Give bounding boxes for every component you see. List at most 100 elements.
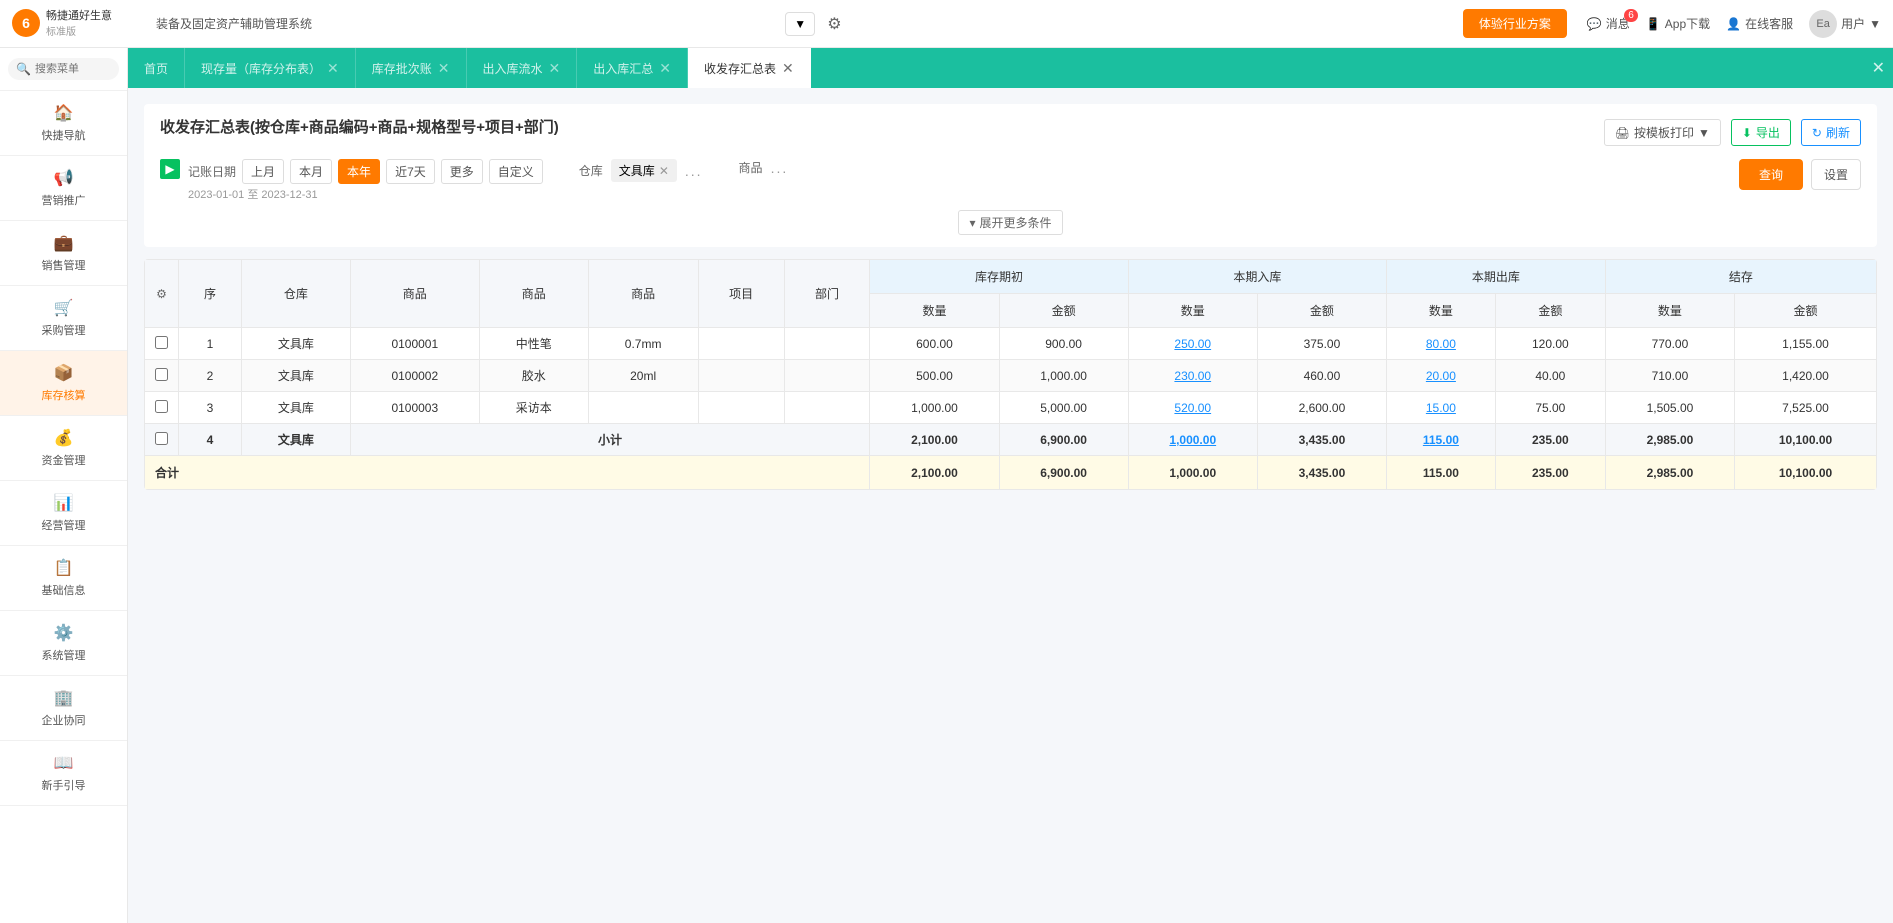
- th-dept: 部门: [784, 260, 870, 328]
- drill-down-link[interactable]: 230.00: [1174, 369, 1211, 383]
- th-open-qty: 数量: [870, 294, 999, 328]
- sidebar-item-operations[interactable]: 📊 经营管理: [0, 481, 127, 546]
- refresh-button[interactable]: ↻ 刷新: [1801, 119, 1861, 146]
- sidebar-item-enterprise[interactable]: 🏢 企业协同: [0, 676, 127, 741]
- experience-button[interactable]: 体验行业方案: [1463, 9, 1567, 38]
- sidebar-item-system[interactable]: ⚙️ 系统管理: [0, 611, 127, 676]
- tab-recv-send-summary[interactable]: 收发存汇总表 ✕: [688, 48, 811, 88]
- export-button[interactable]: ⬇ 导出: [1731, 119, 1791, 146]
- sidebar-item-label: 营销推广: [42, 192, 86, 208]
- printer-icon: 🖨: [1615, 126, 1630, 140]
- row-checkbox[interactable]: [155, 400, 168, 413]
- system-select[interactable]: ▼: [785, 12, 815, 36]
- date-btn-this-month[interactable]: 本月: [290, 159, 332, 184]
- sidebar-item-sales[interactable]: 💼 销售管理: [0, 221, 127, 286]
- th-spec: 商品: [588, 260, 698, 328]
- tab-close-icon[interactable]: ✕: [549, 60, 561, 77]
- drill-down-link[interactable]: 115.00: [1423, 433, 1459, 447]
- tab-home[interactable]: 首页: [128, 48, 185, 88]
- tab-inventory-dist[interactable]: 现存量（库存分布表） ✕: [185, 48, 356, 88]
- sidebar-item-label: 库存核算: [42, 387, 86, 403]
- goods-more-options[interactable]: ...: [771, 160, 789, 176]
- warehouse-remove-icon[interactable]: ✕: [659, 164, 669, 178]
- tab-close-icon[interactable]: ✕: [659, 60, 671, 77]
- tab-inout-summary[interactable]: 出入库汇总 ✕: [577, 48, 688, 88]
- row-checkbox[interactable]: [155, 336, 168, 349]
- row-checkbox[interactable]: [155, 432, 168, 445]
- warehouse-label: 仓库: [579, 162, 603, 179]
- footer-label: 合计: [145, 456, 870, 490]
- row-checkbox[interactable]: [155, 368, 168, 381]
- tab-label: 现存量（库存分布表）: [201, 60, 321, 77]
- sidebar-item-quick-nav[interactable]: 🏠 快捷导航: [0, 91, 127, 156]
- message-icon: 💬: [1587, 17, 1602, 31]
- table-row: 2文具库0100002胶水20ml500.001,000.00230.00460…: [145, 360, 1877, 392]
- system-name: 装备及固定资产辅助管理系统: [156, 15, 777, 32]
- refresh-label: 刷新: [1826, 124, 1850, 141]
- logo-area: 6 畅捷通好生意 标准版: [12, 9, 140, 38]
- filter-expand-arrow[interactable]: ▶: [160, 159, 180, 179]
- book-icon: 📖: [54, 753, 74, 773]
- sidebar-item-finance[interactable]: 💰 资金管理: [0, 416, 127, 481]
- th-period-in: 本期入库: [1128, 260, 1386, 294]
- sidebar-item-purchase[interactable]: 🛒 采购管理: [0, 286, 127, 351]
- table-row: 3文具库0100003采访本1,000.005,000.00520.002,60…: [145, 392, 1877, 424]
- drill-down-link[interactable]: 1,000.00: [1169, 433, 1216, 447]
- search-area: 🔍: [0, 48, 127, 91]
- expand-more-button[interactable]: ▾ 展开更多条件: [958, 210, 1062, 235]
- tab-label: 出入库流水: [483, 60, 543, 77]
- footer-close-amt: 10,100.00: [1735, 456, 1877, 490]
- th-goods-name: 商品: [479, 260, 588, 328]
- app-download-item[interactable]: 📱 App下载: [1646, 15, 1710, 32]
- list-icon: 📋: [54, 558, 74, 578]
- tab-batch-ledger[interactable]: 库存批次账 ✕: [356, 48, 467, 88]
- date-btn-last-7[interactable]: 近7天: [386, 159, 435, 184]
- tab-close-icon[interactable]: ✕: [782, 60, 794, 77]
- col-settings-header[interactable]: ⚙: [145, 260, 179, 328]
- drill-down-link[interactable]: 520.00: [1174, 401, 1211, 415]
- sidebar-item-inventory[interactable]: 📦 库存核算: [0, 351, 127, 416]
- settings-gear-icon[interactable]: ⚙: [827, 14, 841, 34]
- money-icon: 💰: [54, 428, 74, 448]
- logo-title: 畅捷通好生意: [46, 9, 112, 23]
- message-item[interactable]: 💬 消息 6: [1587, 15, 1630, 32]
- search-input[interactable]: [35, 63, 115, 75]
- date-range-display: 2023-01-01 至 2023-12-31: [188, 186, 543, 202]
- sidebar-item-marketing[interactable]: 📢 营销推广: [0, 156, 127, 221]
- sidebar-item-label: 资金管理: [42, 452, 86, 468]
- tab-close-icon[interactable]: ✕: [438, 60, 450, 77]
- th-in-amt: 金额: [1257, 294, 1386, 328]
- drill-down-link[interactable]: 15.00: [1426, 401, 1456, 415]
- tab-label: 库存批次账: [372, 60, 432, 77]
- query-button[interactable]: 查询: [1739, 159, 1803, 190]
- drill-down-link[interactable]: 250.00: [1174, 337, 1211, 351]
- col-settings-gear-icon[interactable]: ⚙: [156, 287, 167, 301]
- sidebar-item-guide[interactable]: 📖 新手引导: [0, 741, 127, 806]
- date-btn-this-year[interactable]: 本年: [338, 159, 380, 184]
- print-template-button[interactable]: 🖨 按模板打印 ▼: [1604, 119, 1721, 146]
- warehouse-tag: 文具库 ✕: [611, 159, 677, 182]
- close-all-tabs-icon[interactable]: ✕: [1872, 58, 1885, 78]
- sidebar: 🔍 🏠 快捷导航 📢 营销推广 💼 销售管理 🛒 采购管理 📦: [0, 48, 128, 923]
- filter-settings-button[interactable]: 设置: [1811, 159, 1861, 190]
- search-icon: 🔍: [16, 62, 31, 76]
- date-btn-more[interactable]: 更多: [441, 159, 483, 184]
- footer-row: 合计 2,100.00 6,900.00 1,000.00 3,435.00 1…: [145, 456, 1877, 490]
- goods-label: 商品: [739, 159, 763, 176]
- th-in-qty: 数量: [1128, 294, 1257, 328]
- footer-open-amt: 6,900.00: [999, 456, 1128, 490]
- online-service-item[interactable]: 👤 在线客服: [1726, 15, 1793, 32]
- user-item[interactable]: Ea 用户 ▼: [1809, 10, 1881, 38]
- sidebar-item-basic-info[interactable]: 📋 基础信息: [0, 546, 127, 611]
- drill-down-link[interactable]: 80.00: [1426, 337, 1456, 351]
- drill-down-link[interactable]: 20.00: [1426, 369, 1456, 383]
- warehouse-more-options[interactable]: ...: [685, 163, 703, 179]
- sidebar-item-label: 系统管理: [42, 647, 86, 663]
- sidebar-item-label: 新手引导: [42, 777, 86, 793]
- footer-out-amt: 235.00: [1495, 456, 1605, 490]
- export-label: 导出: [1756, 124, 1780, 141]
- date-btn-custom[interactable]: 自定义: [489, 159, 543, 184]
- date-btn-last-month[interactable]: 上月: [242, 159, 284, 184]
- tab-inout-flow[interactable]: 出入库流水 ✕: [467, 48, 578, 88]
- tab-close-icon[interactable]: ✕: [327, 60, 339, 77]
